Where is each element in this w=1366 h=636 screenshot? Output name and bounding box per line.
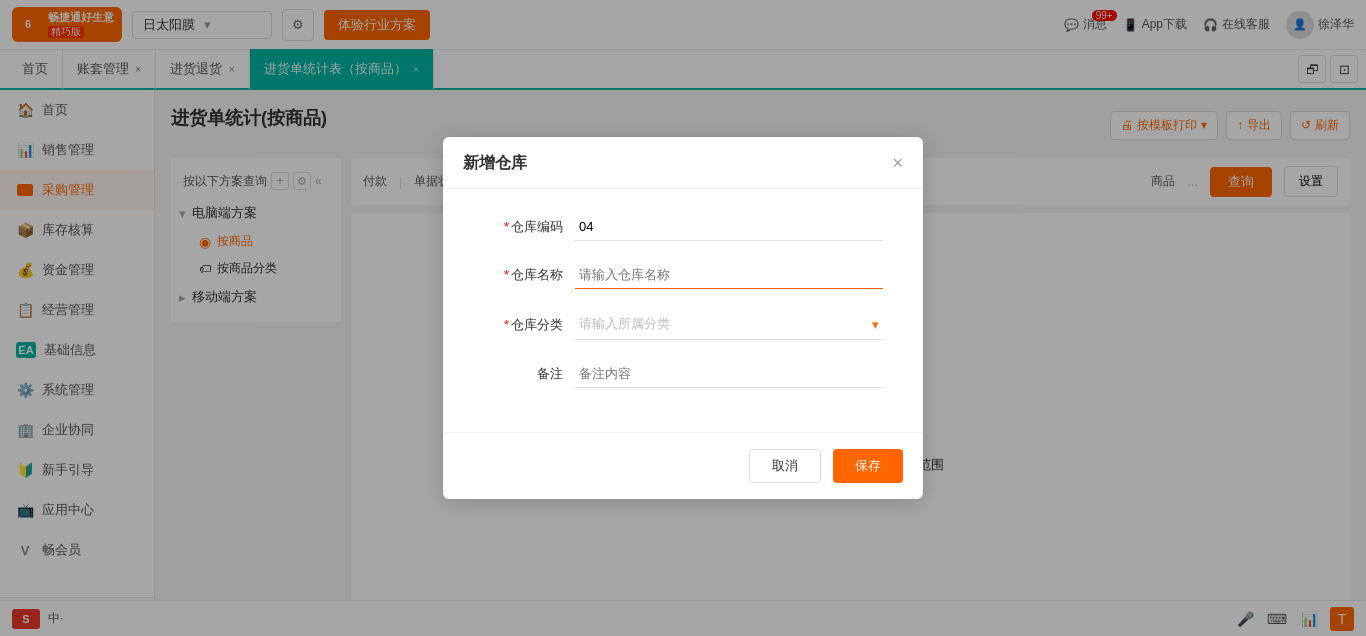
save-button[interactable]: 保存 [833,449,903,483]
modal-header: 新增仓库 × [443,137,923,189]
modal-title: 新增仓库 [463,153,527,174]
warehouse-category-select[interactable]: 请输入所属分类 ▾ [575,309,883,340]
modal-body: *仓库编码 *仓库名称 *仓库分类 请输入所属分类 ▾ [443,189,923,432]
code-label: *仓库编码 [483,218,563,236]
form-row-name: *仓库名称 [483,261,883,289]
note-label: 备注 [483,365,563,383]
form-row-code: *仓库编码 [483,213,883,241]
category-chevron-icon: ▾ [872,317,879,332]
cancel-button[interactable]: 取消 [749,449,821,483]
name-label: *仓库名称 [483,266,563,284]
warehouse-code-input[interactable] [575,213,883,241]
modal-overlay: 新增仓库 × *仓库编码 *仓库名称 *仓库分类 [0,0,1366,636]
form-row-note: 备注 [483,360,883,388]
warehouse-name-input[interactable] [575,261,883,289]
warehouse-note-input[interactable] [575,360,883,388]
form-row-category: *仓库分类 请输入所属分类 ▾ [483,309,883,340]
new-warehouse-modal: 新增仓库 × *仓库编码 *仓库名称 *仓库分类 [443,137,923,499]
modal-footer: 取消 保存 [443,432,923,499]
modal-close-button[interactable]: × [892,153,903,174]
category-label: *仓库分类 [483,316,563,334]
